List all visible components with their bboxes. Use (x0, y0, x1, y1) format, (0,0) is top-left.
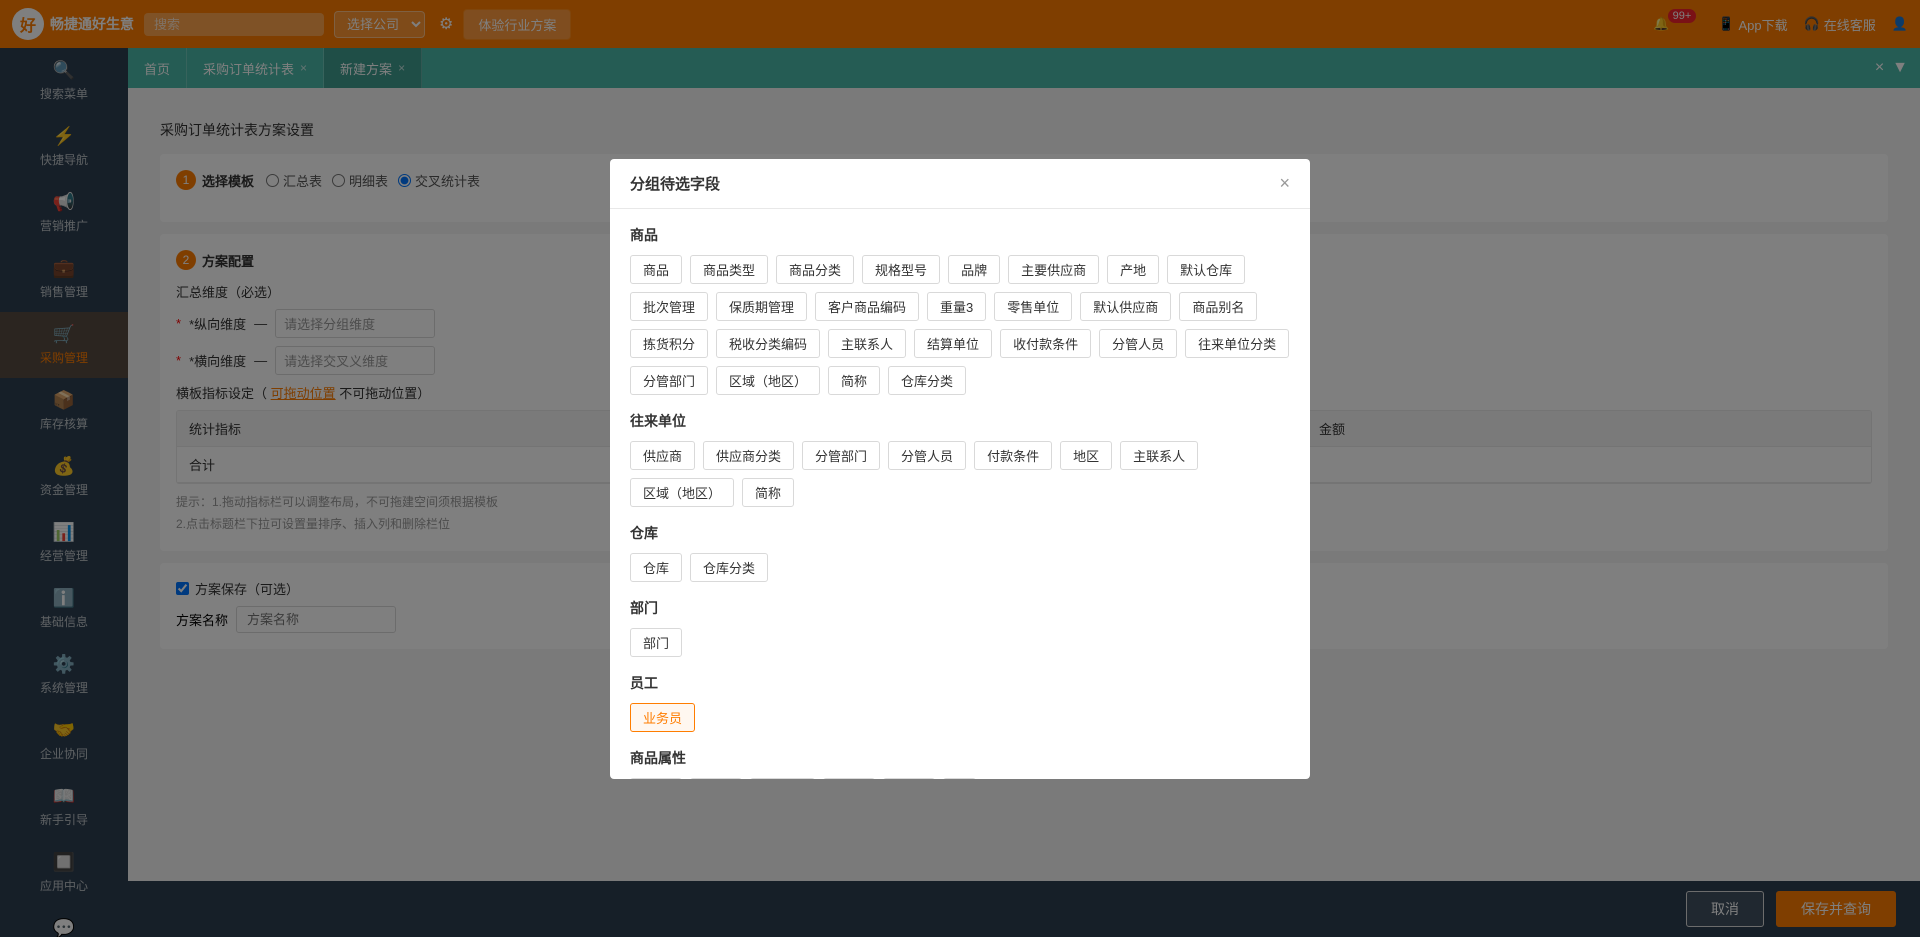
product-attrs-tags: 属性 颜色 多规格 尺码 鞋码 1 (630, 778, 1290, 779)
field-tag-size[interactable]: 尺码 (823, 778, 875, 779)
field-tag-batch[interactable]: 批次管理 (630, 292, 708, 321)
field-tag-quality[interactable]: 保质期管理 (716, 292, 807, 321)
field-tag-settlement-unit[interactable]: 结算单位 (914, 329, 992, 358)
section-product-title: 商品 (630, 225, 1290, 245)
field-tag-supplier[interactable]: 供应商 (630, 441, 695, 470)
field-tag-manage-person[interactable]: 分管人员 (888, 441, 966, 470)
field-tag-default-warehouse[interactable]: 默认仓库 (1167, 255, 1245, 284)
field-tag-warehouse[interactable]: 仓库 (630, 553, 682, 582)
section-warehouse-title: 仓库 (630, 523, 1290, 543)
section-product: 商品 商品 商品类型 商品分类 规格型号 品牌 主要供应商 产地 默认仓库 批次… (630, 225, 1290, 395)
field-tag-shoe-size[interactable]: 鞋码 (883, 778, 935, 779)
field-tag-main-supplier[interactable]: 主要供应商 (1008, 255, 1099, 284)
field-tag-customer-code[interactable]: 客户商品编码 (815, 292, 919, 321)
field-tag-brand[interactable]: 品牌 (948, 255, 1000, 284)
field-tag-payment-terms[interactable]: 收付款条件 (1000, 329, 1091, 358)
employee-tags: 业务员 (630, 703, 1290, 732)
field-tag-manage-dept[interactable]: 分管部门 (802, 441, 880, 470)
section-product-attrs-title: 商品属性 (630, 748, 1290, 768)
field-tag-abbr-partner[interactable]: 简称 (742, 478, 794, 507)
field-tag-warehouse-category[interactable]: 仓库分类 (690, 553, 768, 582)
field-tag-salesperson[interactable]: 业务员 (630, 703, 695, 732)
field-tag-dept[interactable]: 分管部门 (630, 366, 708, 395)
field-tag-retail-unit[interactable]: 零售单位 (994, 292, 1072, 321)
field-tag-area[interactable]: 地区 (1060, 441, 1112, 470)
field-tag-region-partner[interactable]: 区域（地区） (630, 478, 734, 507)
field-tag-main-contact[interactable]: 主联系人 (828, 329, 906, 358)
field-tag-product-type[interactable]: 商品类型 (690, 255, 768, 284)
dialog-overlay: 分组待选字段 × 商品 商品 商品类型 商品分类 规格型号 品牌 主要供应商 产… (0, 0, 1920, 937)
dialog-close-btn[interactable]: × (1279, 173, 1290, 194)
field-tag-payment-condition[interactable]: 付款条件 (974, 441, 1052, 470)
field-tag-manager[interactable]: 分管人员 (1099, 329, 1177, 358)
field-tag-color[interactable]: 颜色 (690, 778, 742, 779)
field-tag-spec[interactable]: 规格型号 (862, 255, 940, 284)
field-tag-department[interactable]: 部门 (630, 628, 682, 657)
department-tags: 部门 (630, 628, 1290, 657)
section-product-attrs: 商品属性 属性 颜色 多规格 尺码 鞋码 1 (630, 748, 1290, 779)
field-tag-attr[interactable]: 属性 (630, 778, 682, 779)
section-employee: 员工 业务员 (630, 673, 1290, 732)
field-tag-product-category[interactable]: 商品分类 (776, 255, 854, 284)
section-employee-title: 员工 (630, 673, 1290, 693)
field-selection-dialog: 分组待选字段 × 商品 商品 商品类型 商品分类 规格型号 品牌 主要供应商 产… (610, 159, 1310, 779)
field-tag-supplier-category[interactable]: 供应商分类 (703, 441, 794, 470)
field-tag-product[interactable]: 商品 (630, 255, 682, 284)
field-tag-default-supplier[interactable]: 默认供应商 (1080, 292, 1171, 321)
partner-tags: 供应商 供应商分类 分管部门 分管人员 付款条件 地区 主联系人 区域（地区） … (630, 441, 1290, 507)
warehouse-tags: 仓库 仓库分类 (630, 553, 1290, 582)
field-tag-main-contact-partner[interactable]: 主联系人 (1120, 441, 1198, 470)
dialog-header: 分组待选字段 × (610, 159, 1310, 209)
section-department-title: 部门 (630, 598, 1290, 618)
section-department: 部门 部门 (630, 598, 1290, 657)
dialog-body: 商品 商品 商品类型 商品分类 规格型号 品牌 主要供应商 产地 默认仓库 批次… (610, 209, 1310, 779)
field-tag-warehouse-category-product[interactable]: 仓库分类 (888, 366, 966, 395)
section-partner-title: 往来单位 (630, 411, 1290, 431)
section-warehouse: 仓库 仓库 仓库分类 (630, 523, 1290, 582)
field-tag-abbr-product[interactable]: 简称 (828, 366, 880, 395)
field-tag-alias[interactable]: 商品别名 (1179, 292, 1257, 321)
section-partner: 往来单位 供应商 供应商分类 分管部门 分管人员 付款条件 地区 主联系人 区域… (630, 411, 1290, 507)
field-tag-region-product[interactable]: 区域（地区） (716, 366, 820, 395)
field-tag-tax-code[interactable]: 税收分类编码 (716, 329, 820, 358)
dialog-title: 分组待选字段 (630, 173, 720, 194)
field-tag-multi-spec[interactable]: 多规格 (750, 778, 815, 779)
field-tag-pick-score[interactable]: 拣货积分 (630, 329, 708, 358)
field-tag-one[interactable]: 1 (943, 778, 976, 779)
product-tags: 商品 商品类型 商品分类 规格型号 品牌 主要供应商 产地 默认仓库 批次管理 … (630, 255, 1290, 395)
field-tag-origin[interactable]: 产地 (1107, 255, 1159, 284)
field-tag-weight[interactable]: 重量3 (927, 292, 986, 321)
field-tag-partner-category[interactable]: 往来单位分类 (1185, 329, 1289, 358)
